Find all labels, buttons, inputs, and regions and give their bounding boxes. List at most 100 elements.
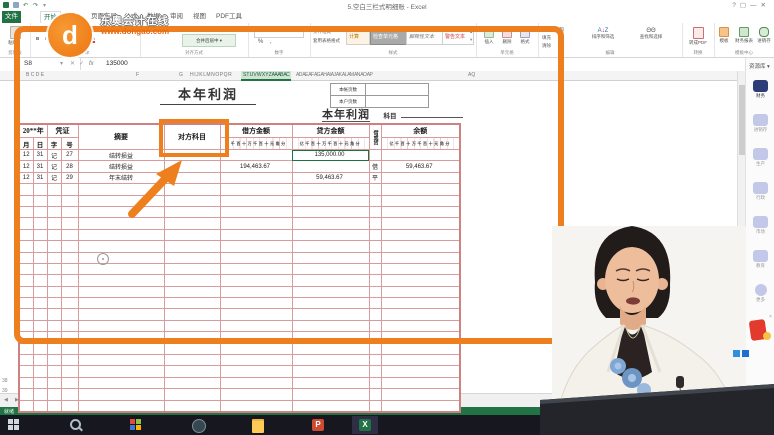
empty-cell[interactable] [60,388,79,401]
empty-cell[interactable] [163,399,221,413]
empty-cell[interactable] [219,342,293,356]
tab-file[interactable]: 文件 [2,11,21,23]
sort-filter-button[interactable]: A↓Z 排序和筛选 [582,28,624,40]
sheet-prev-icon[interactable]: ◀ [4,397,8,403]
empty-cell[interactable] [18,342,34,356]
empty-cell[interactable] [368,365,382,378]
empty-cell[interactable] [163,388,221,401]
empty-cell[interactable] [380,376,461,390]
empty-cell[interactable] [77,342,165,356]
empty-cell[interactable] [32,399,48,413]
empty-cell[interactable] [46,342,62,356]
browser-icon[interactable] [192,419,206,433]
file-explorer-icon[interactable] [252,419,264,433]
empty-cell[interactable] [77,376,165,390]
empty-cell[interactable] [60,376,79,390]
minimize-icon[interactable]: — [750,2,761,9]
tab-review[interactable]: 审阅 [167,11,186,23]
to-pdf-button[interactable]: 转成PDF [684,27,712,46]
empty-cell[interactable] [368,376,382,390]
empty-cell[interactable] [18,376,34,390]
empty-cell[interactable] [163,376,221,390]
empty-cell[interactable] [18,365,34,378]
empty-cell[interactable] [380,365,461,378]
find-select-button[interactable]: ΘΘ 查找和选择 [630,28,672,40]
empty-cell[interactable] [18,354,34,367]
empty-cell[interactable] [46,399,62,413]
pane-item-production[interactable]: 生产 [746,148,774,167]
qat-dropdown-icon[interactable]: ▾ [43,2,46,9]
help-icon[interactable]: ? [732,2,740,9]
empty-cell[interactable] [163,342,221,356]
empty-cell[interactable] [219,376,293,390]
save-icon[interactable] [13,2,19,10]
template-button[interactable]: 模板 [715,27,733,44]
tab-view[interactable]: 视图 [190,11,209,23]
empty-cell[interactable] [219,399,293,413]
empty-cell[interactable] [291,388,370,401]
empty-cell[interactable] [368,399,382,413]
empty-cell[interactable] [368,342,382,356]
empty-cell[interactable] [219,354,293,367]
empty-cell[interactable] [291,354,370,367]
start-button[interactable] [8,419,20,431]
excel-taskbar-icon[interactable]: X [359,419,371,431]
maximize-icon[interactable]: ▢ [740,2,750,9]
pane-item-finance[interactable]: 财务 [746,80,774,99]
empty-cell[interactable] [77,354,165,367]
finance-icon [753,80,768,92]
inventory-icon [753,114,768,126]
empty-cell[interactable] [291,365,370,378]
empty-cell[interactable] [60,365,79,378]
empty-cell[interactable] [368,388,382,401]
ledger-empty-row [18,354,461,367]
empty-cell[interactable] [368,354,382,367]
empty-cell[interactable] [163,354,221,367]
empty-cell[interactable] [380,399,461,413]
empty-cell[interactable] [291,342,370,356]
empty-cell[interactable] [46,376,62,390]
empty-cell[interactable] [380,354,461,367]
empty-cell[interactable] [163,365,221,378]
empty-cell[interactable] [77,388,165,401]
window-controls[interactable]: ?▢—✕ [732,1,770,9]
empty-cell[interactable] [32,365,48,378]
search-icon[interactable] [70,419,83,432]
empty-cell[interactable] [46,354,62,367]
empty-cell[interactable] [32,342,48,356]
group-convert: 转成PDF 转换 [682,23,715,57]
powerpoint-icon[interactable]: P [312,419,324,431]
app-icon-colorful[interactable] [130,419,142,431]
group-label-convert: 转换 [693,50,703,55]
empty-cell[interactable] [46,388,62,401]
empty-cell[interactable] [46,365,62,378]
empty-cell[interactable] [77,365,165,378]
row-header-38[interactable]: 38 [2,378,8,384]
pane-header: 资源库 ▾ [749,64,770,70]
empty-cell[interactable] [32,388,48,401]
empty-cell[interactable] [60,354,79,367]
empty-cell[interactable] [18,399,34,413]
empty-cell[interactable] [60,342,79,356]
empty-cell[interactable] [291,399,370,413]
tab-pdf-tools[interactable]: PDF工具 [213,11,245,23]
empty-cell[interactable] [32,376,48,390]
inventory-button[interactable]: 进销存 [755,27,773,44]
empty-cell[interactable] [380,388,461,401]
undo-icon[interactable]: ↶ [23,2,28,9]
empty-cell[interactable] [32,354,48,367]
group-template-center: 模板 财务报表 进销存 模板中心 [714,23,774,57]
empty-cell[interactable] [380,342,461,356]
empty-cell[interactable] [60,399,79,413]
pane-item-inventory[interactable]: 进销存 [746,114,774,133]
pdf-icon [692,27,704,39]
empty-cell[interactable] [219,388,293,401]
empty-cell[interactable] [77,399,165,413]
finance-report-button[interactable]: 财务报表 [734,27,754,44]
empty-cell[interactable] [219,365,293,378]
empty-cell[interactable] [18,388,34,401]
close-icon[interactable]: ✕ [761,2,770,9]
empty-cell[interactable] [291,376,370,390]
pane-item-admin[interactable]: 行政 [746,182,774,201]
redo-icon[interactable]: ↷ [33,2,38,9]
